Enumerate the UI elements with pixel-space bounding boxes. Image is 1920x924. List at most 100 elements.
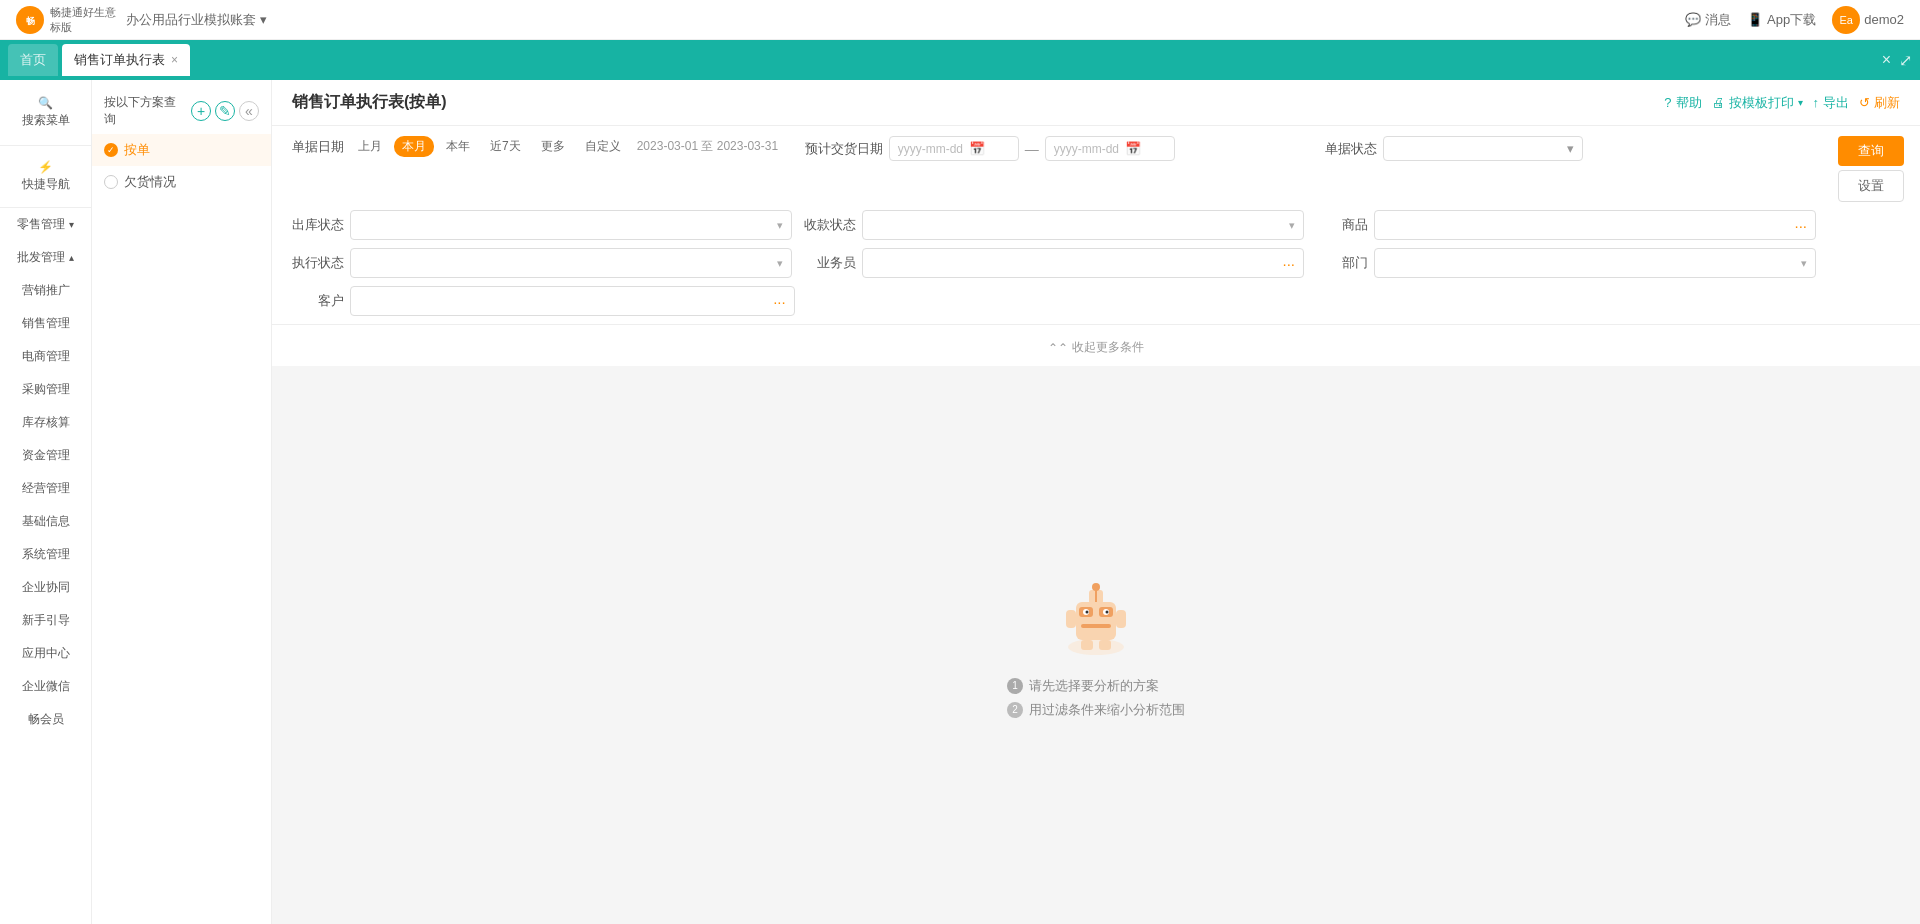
svg-point-13: [1092, 583, 1100, 591]
sidebar-item-system[interactable]: 系统管理: [0, 538, 91, 571]
sidebar-item-ecommerce[interactable]: 电商管理: [0, 340, 91, 373]
sidebar-label-wechat: 企业微信: [22, 678, 70, 695]
salesman-field[interactable]: ···: [862, 248, 1304, 278]
print-button[interactable]: 🖨 按模板打印 ▾: [1712, 94, 1803, 112]
date-tab-7days[interactable]: 近7天: [482, 136, 529, 157]
export-icon: ↑: [1813, 95, 1820, 110]
collapse-icon: ⌃⌃: [1048, 341, 1068, 355]
calendar-icon2: 📅: [1125, 141, 1141, 156]
sidebar-label-collab: 企业协同: [22, 579, 70, 596]
download-icon: 📱: [1747, 12, 1763, 27]
sidebar-item-member[interactable]: 畅会员: [0, 703, 91, 736]
goods-field[interactable]: ···: [1374, 210, 1816, 240]
tab-active-label: 销售订单执行表: [74, 51, 165, 69]
svg-rect-6: [1081, 624, 1111, 628]
empty-tip-2: 2 用过滤条件来缩小分析范围: [1007, 701, 1185, 719]
scheme-label-by-order: 按单: [124, 141, 150, 159]
window-expand-icon[interactable]: ⤢: [1899, 51, 1912, 70]
collapse-panel-button[interactable]: «: [239, 101, 259, 121]
sidebar-item-marketing[interactable]: 营销推广: [0, 274, 91, 307]
tab-home[interactable]: 首页: [8, 44, 58, 76]
expected-date-to[interactable]: yyyy-mm-dd 📅: [1045, 136, 1175, 161]
print-arrow-icon: ▾: [1798, 97, 1803, 108]
sidebar-item-inventory[interactable]: 库存核算: [0, 406, 91, 439]
date-tab-more[interactable]: 更多: [533, 136, 573, 157]
sidebar-item-purchase[interactable]: 采购管理: [0, 373, 91, 406]
date-range-display: 2023-03-01 至 2023-03-31: [637, 138, 778, 155]
sidebar-item-collab[interactable]: 企业协同: [0, 571, 91, 604]
message-label: 消息: [1705, 11, 1731, 29]
empty-state: 1 请先选择要分析的方案 2 用过滤条件来缩小分析范围: [272, 366, 1920, 924]
sidebar-label-purchase: 采购管理: [22, 381, 70, 398]
sidebar-item-wholesale[interactable]: 批发管理 ▴: [0, 241, 91, 274]
export-button[interactable]: ↑ 导出: [1813, 94, 1850, 112]
settings-button[interactable]: 设置: [1838, 170, 1904, 202]
left-panel-actions: + ✎ «: [191, 101, 259, 121]
sidebar-item-wechat[interactable]: 企业微信: [0, 670, 91, 703]
date-tab-this-year[interactable]: 本年: [438, 136, 478, 157]
tab-home-label: 首页: [20, 51, 46, 69]
tab-bar-right: × ⤢: [1882, 51, 1912, 70]
edit-scheme-button[interactable]: ✎: [215, 101, 235, 121]
help-icon: ?: [1664, 95, 1671, 110]
salesman-label: 业务员: [800, 254, 856, 272]
sidebar-quick-nav[interactable]: ⚡ 快捷导航: [0, 152, 91, 201]
export-label: 导出: [1823, 94, 1849, 112]
scheme-item-by-order[interactable]: ✓ 按单: [92, 134, 271, 166]
add-scheme-button[interactable]: +: [191, 101, 211, 121]
sidebar-item-retail[interactable]: 零售管理 ▾: [0, 208, 91, 241]
date-tab-custom[interactable]: 自定义: [577, 136, 629, 157]
customer-field[interactable]: ···: [350, 286, 795, 316]
message-icon: 💬: [1685, 12, 1701, 27]
collapse-filter-button[interactable]: ⌃⌃ 收起更多条件: [272, 333, 1920, 362]
logo-area: 畅 畅捷通好生意 标版: [16, 5, 116, 34]
tab-active[interactable]: 销售订单执行表 ×: [62, 44, 190, 76]
message-button[interactable]: 💬 消息: [1685, 11, 1731, 29]
sidebar-item-newbie[interactable]: 新手引导: [0, 604, 91, 637]
scheme-item-backorder[interactable]: 欠货情况: [92, 166, 271, 198]
sidebar-item-ops[interactable]: 经营管理: [0, 472, 91, 505]
nav-icon: ⚡: [38, 160, 53, 174]
sidebar-item-sales[interactable]: 销售管理: [0, 307, 91, 340]
sidebar-item-base[interactable]: 基础信息: [0, 505, 91, 538]
search-icon: 🔍: [38, 96, 53, 110]
tab-close-icon[interactable]: ×: [171, 53, 178, 67]
window-close-icon[interactable]: ×: [1882, 51, 1891, 69]
tip-number-2: 2: [1007, 702, 1023, 718]
empty-tips: 1 请先选择要分析的方案 2 用过滤条件来缩小分析范围: [1007, 677, 1185, 719]
date-tab-this-month[interactable]: 本月: [394, 136, 434, 157]
sidebar-item-appstore[interactable]: 应用中心: [0, 637, 91, 670]
goods-dots-icon: ···: [1794, 217, 1807, 234]
app-selector[interactable]: 办公用品行业模拟账套 ▾: [126, 11, 267, 29]
date-tab-last-month[interactable]: 上月: [350, 136, 390, 157]
status-dropdown[interactable]: ▾: [1383, 136, 1583, 161]
refresh-button[interactable]: ↺ 刷新: [1859, 94, 1900, 112]
dept-label: 部门: [1312, 254, 1368, 272]
sidebar-items: 零售管理 ▾ 批发管理 ▴ 营销推广 销售管理 电商管理 采购管理 库存核算: [0, 208, 91, 736]
help-button[interactable]: ? 帮助: [1664, 94, 1701, 112]
out-status-select[interactable]: ▾: [350, 210, 792, 240]
dept-select[interactable]: ▾: [1374, 248, 1816, 278]
print-label: 按模板打印: [1729, 94, 1794, 112]
tab-bar: 首页 销售订单执行表 × × ⤢: [0, 40, 1920, 80]
user-menu[interactable]: Ea demo2: [1832, 6, 1904, 34]
salesman-dots-icon: ···: [1282, 255, 1295, 272]
help-label: 帮助: [1676, 94, 1702, 112]
scheme-label-backorder: 欠货情况: [124, 173, 176, 191]
sidebar-label-member: 畅会员: [28, 711, 64, 728]
print-icon: 🖨: [1712, 95, 1725, 110]
collect-status-arrow: ▾: [1289, 219, 1295, 232]
svg-point-10: [1106, 610, 1109, 613]
expected-date-from[interactable]: yyyy-mm-dd 📅: [889, 136, 1019, 161]
sidebar-item-finance[interactable]: 资金管理: [0, 439, 91, 472]
query-button[interactable]: 查询: [1838, 136, 1904, 166]
svg-rect-16: [1081, 640, 1093, 650]
page-title-bar: 销售订单执行表(按单) ? 帮助 🖨 按模板打印 ▾ ↑: [272, 80, 1920, 126]
collect-status-select[interactable]: ▾: [862, 210, 1304, 240]
collect-status-label: 收款状态: [800, 216, 856, 234]
sidebar-search-btn[interactable]: 🔍 搜索菜单: [8, 88, 83, 137]
app-download-button[interactable]: 📱 App下载: [1747, 11, 1816, 29]
exec-status-select[interactable]: ▾: [350, 248, 792, 278]
refresh-label: 刷新: [1874, 94, 1900, 112]
date-label: 单据日期: [288, 138, 344, 156]
